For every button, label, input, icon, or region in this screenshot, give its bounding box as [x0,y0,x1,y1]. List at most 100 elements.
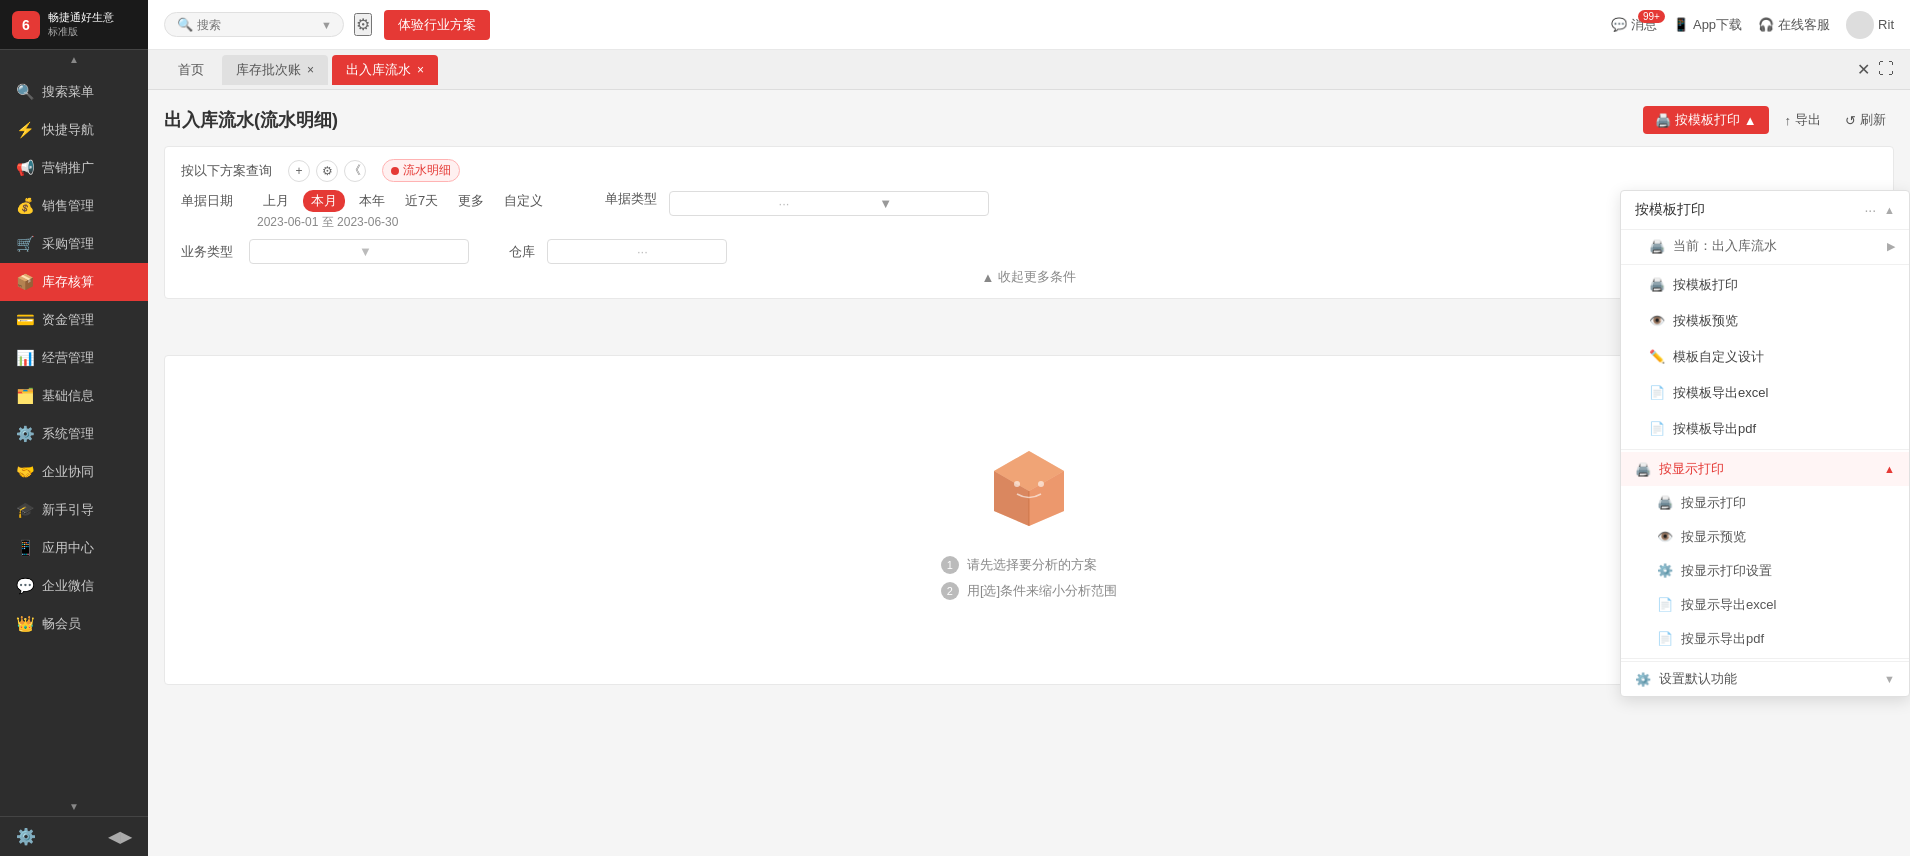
settings-bottom-icon[interactable]: ⚙️ [16,827,36,846]
empty-step-1: 1 请先选择要分析的方案 [941,552,1117,578]
dropdown-item-template-pdf[interactable]: 📄 按模板导出pdf [1621,411,1909,447]
topbar-right: 💬 消息 99+ 📱 App下载 🎧 在线客服 Rit [1611,11,1894,39]
date-option-custom[interactable]: 自定义 [498,190,549,212]
search-box[interactable]: 🔍 ▼ [164,12,344,37]
filter-row-top: 按以下方案查询 + ⚙ 《 流水明细 [181,159,1877,182]
date-option-this-month[interactable]: 本月 [303,190,345,212]
refresh-button[interactable]: ↺ 刷新 [1837,107,1894,133]
dropdown-dots-icon[interactable]: ··· [1864,202,1876,218]
doc-type-selector[interactable]: ··· ▼ [669,191,989,216]
filter-settings-button[interactable]: ⚙ [316,160,338,182]
tab-in-out-flow-close[interactable]: × [417,63,424,77]
sidebar-item-finance[interactable]: 💳 资金管理 [0,301,148,339]
sidebar-item-label: 采购管理 [42,235,94,253]
sidebar: 6 畅捷通好生意 标准版 ▲ 🔍 搜索菜单 ⚡ 快捷导航 📢 营销推广 💰 销售… [0,0,148,856]
date-option-last-month[interactable]: 上月 [257,190,295,212]
refresh-icon: ↺ [1845,113,1856,128]
close-all-icon[interactable]: ✕ [1857,60,1870,79]
sidebar-item-label: 经营管理 [42,349,94,367]
app-download-item[interactable]: 📱 App下载 [1673,16,1742,34]
sidebar-item-marketing[interactable]: 📢 营销推广 [0,149,148,187]
step-2-num: 2 [941,582,959,600]
dropdown-display-section-header[interactable]: 🖨️ 按显示打印 ▲ [1621,452,1909,486]
online-service-item[interactable]: 🎧 在线客服 [1758,16,1830,34]
filter-tag-flow[interactable]: 流水明细 [382,159,460,182]
user-item[interactable]: Rit [1846,11,1894,39]
search-input[interactable] [197,18,317,32]
sidebar-item-purchase[interactable]: 🛒 采购管理 [0,225,148,263]
dropdown-current-item[interactable]: 🖨️ 当前：出入库流水 ▶ [1621,230,1909,262]
dropdown-sub-display-print[interactable]: 🖨️ 按显示打印 [1621,486,1909,520]
display-print-header-icon: 🖨️ [1635,462,1651,477]
sidebar-scroll-up[interactable]: ▲ [0,50,148,69]
tab-batch-account-close[interactable]: × [307,63,314,77]
sidebar-item-member[interactable]: 👑 畅会员 [0,605,148,643]
sidebar-item-search[interactable]: 🔍 搜索菜单 [0,73,148,111]
dropdown-footer[interactable]: ⚙️ 设置默认功能 ▼ [1621,661,1909,696]
date-option-7-days[interactable]: 近7天 [399,190,444,212]
app-download-icon: 📱 [1673,17,1689,32]
marketing-icon: 📢 [16,159,34,177]
warehouse-selector[interactable]: ··· [547,239,727,264]
export-button[interactable]: ↑ 导出 [1777,107,1830,133]
dropdown-sub-display-preview[interactable]: 👁️ 按显示预览 [1621,520,1909,554]
print-template-button[interactable]: 🖨️ 按模板打印 ▲ [1643,106,1769,134]
dropdown-item-template-preview[interactable]: 👁️ 按模板预览 [1621,303,1909,339]
settings-footer-icon: ⚙️ [1635,672,1651,687]
sidebar-item-wechat[interactable]: 💬 企业微信 [0,567,148,605]
page-actions-area: 🖨️ 按模板打印 ▲ ↑ 导出 ↺ 刷新 [1643,106,1894,134]
dropdown-current-label: 当前：出入库流水 [1673,237,1879,255]
expand-icon[interactable]: ⛶ [1878,60,1894,79]
dropdown-header-label: 按模板打印 [1635,201,1705,219]
sidebar-item-label: 系统管理 [42,425,94,443]
dropdown-item-template-print[interactable]: 🖨️ 按模板打印 [1621,267,1909,303]
dropdown-sub-display-settings[interactable]: ⚙️ 按显示打印设置 [1621,554,1909,588]
tab-in-out-flow[interactable]: 出入库流水 × [332,55,438,85]
sidebar-item-enterprise[interactable]: 🤝 企业协同 [0,453,148,491]
step-1-num: 1 [941,556,959,574]
sidebar-item-guide[interactable]: 🎓 新手引导 [0,491,148,529]
chevron-up-icon[interactable]: ▲ [1884,204,1895,216]
date-option-more[interactable]: 更多 [452,190,490,212]
sidebar-item-quick-nav[interactable]: ⚡ 快捷导航 [0,111,148,149]
business-type-selector[interactable]: ▼ [249,239,469,264]
collapse-sidebar-icon[interactable]: ◀▶ [108,827,132,846]
inventory-icon: 📦 [16,273,34,291]
dropdown-sub-display-preview-label: 按显示预览 [1681,528,1746,546]
sidebar-item-label: 应用中心 [42,539,94,557]
dropdown-item-template-print-label: 按模板打印 [1673,276,1738,294]
dropdown-sub-display-excel[interactable]: 📄 按显示导出excel [1621,588,1909,622]
collapse-filter-button[interactable]: 《 [344,160,366,182]
dropdown-sub-display-pdf[interactable]: 📄 按显示导出pdf [1621,622,1909,656]
tab-batch-account[interactable]: 库存批次账 × [222,55,328,85]
dropdown-item-template-excel[interactable]: 📄 按模板导出excel [1621,375,1909,411]
message-item[interactable]: 💬 消息 99+ [1611,16,1657,34]
dropdown-item-template-custom[interactable]: ✏️ 模板自定义设计 [1621,339,1909,375]
date-option-this-year[interactable]: 本年 [353,190,391,212]
step-2-text: 用[选]条件来缩小分析范围 [967,578,1117,604]
sidebar-scroll-down[interactable]: ▼ [0,797,148,816]
search-icon: 🔍 [177,17,193,32]
trial-button[interactable]: 体验行业方案 [384,10,490,40]
collapse-label: 收起更多条件 [998,268,1076,286]
excel-icon: 📄 [1649,385,1665,401]
empty-steps: 1 请先选择要分析的方案 2 用[选]条件来缩小分析范围 [941,552,1117,604]
sidebar-item-operations[interactable]: 📊 经营管理 [0,339,148,377]
logo-icon: 6 [12,11,40,39]
sidebar-item-system[interactable]: ⚙️ 系统管理 [0,415,148,453]
sidebar-item-label: 基础信息 [42,387,94,405]
purchase-icon: 🛒 [16,235,34,253]
guide-icon: 🎓 [16,501,34,519]
quick-nav-icon: ⚡ [16,121,34,139]
filter-actions: + ⚙ 《 [288,160,366,182]
sidebar-item-label: 企业协同 [42,463,94,481]
sidebar-item-basic[interactable]: 🗂️ 基础信息 [0,377,148,415]
gear-icon[interactable]: ⚙ [354,13,372,36]
sales-icon: 💰 [16,197,34,215]
sidebar-item-inventory[interactable]: 📦 库存核算 [0,263,148,301]
tab-home[interactable]: 首页 [164,55,218,85]
add-filter-button[interactable]: + [288,160,310,182]
sidebar-item-sales[interactable]: 💰 销售管理 [0,187,148,225]
sidebar-item-apps[interactable]: 📱 应用中心 [0,529,148,567]
sidebar-item-label: 库存核算 [42,273,94,291]
